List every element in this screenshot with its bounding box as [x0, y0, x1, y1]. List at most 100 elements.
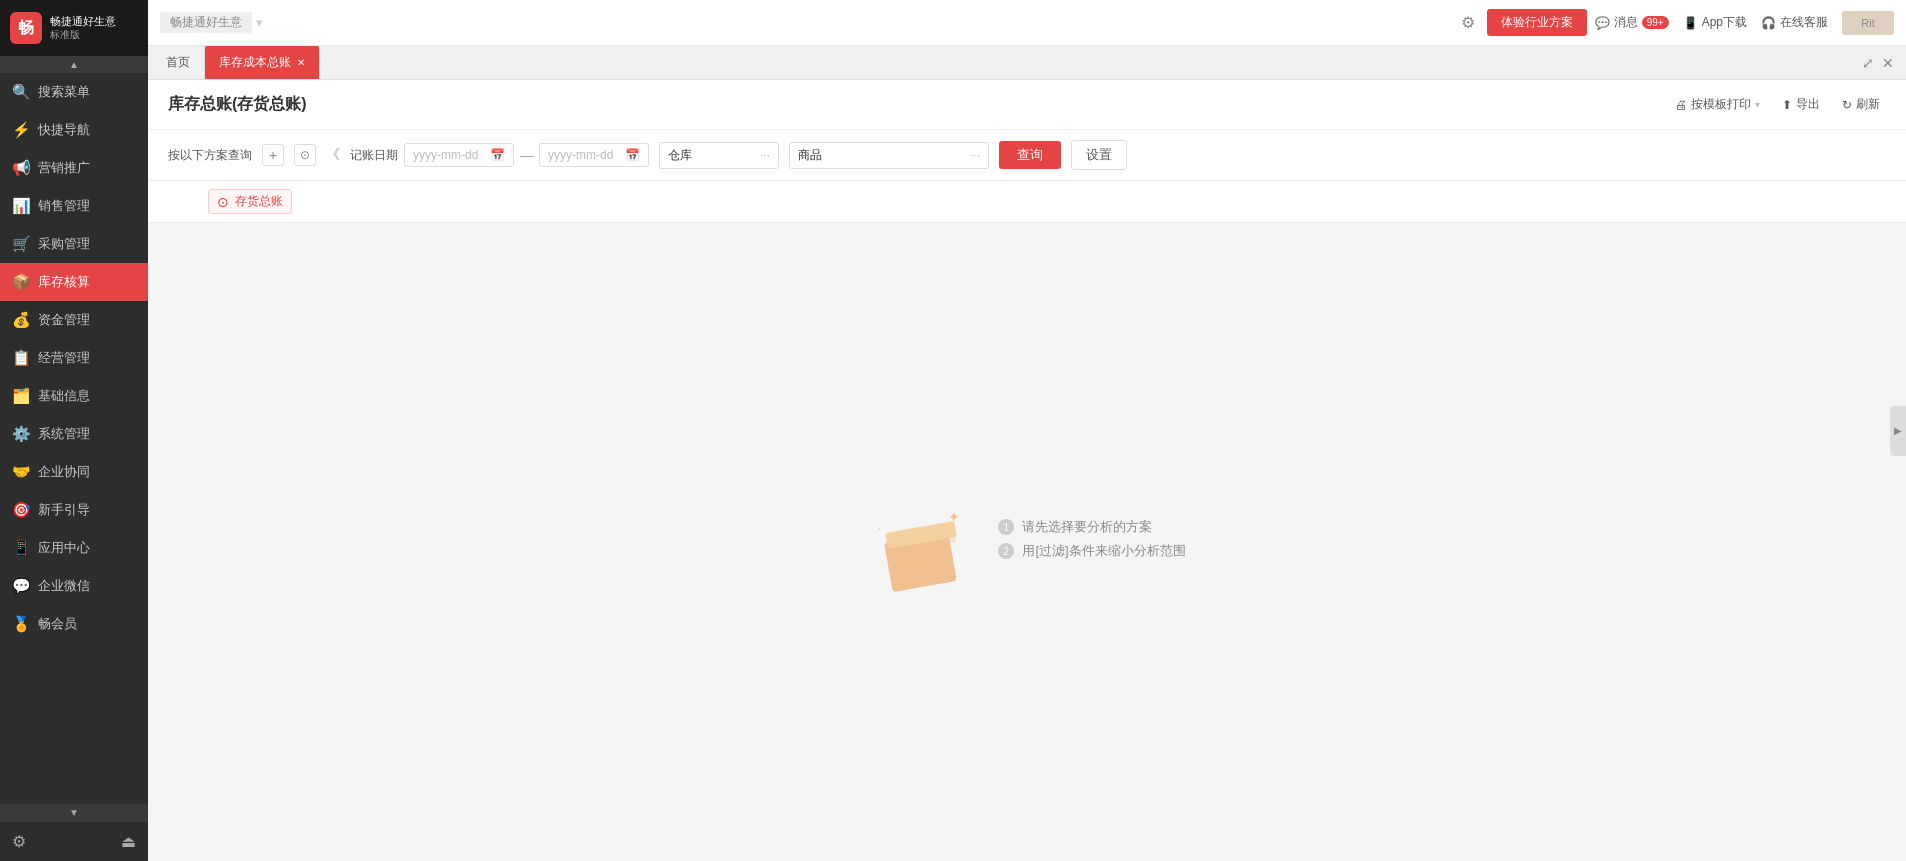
chip-label: 存货总账: [235, 193, 283, 210]
sidebar-item-purchase[interactable]: 🛒 采购管理: [0, 225, 148, 263]
sidebar-footer: ⚙ ⏏: [0, 821, 148, 861]
breadcrumb-arrow: ▾: [256, 15, 263, 30]
tab-close-icon[interactable]: ✕: [297, 57, 305, 68]
tabbar: 首页 库存成本总账 ✕ ⤢ ✕: [148, 46, 1906, 80]
search-icon: 🔍: [12, 83, 30, 101]
online-service-btn[interactable]: 🎧 在线客服: [1761, 14, 1828, 31]
sidebar-item-inventory[interactable]: 📦 库存核算: [0, 263, 148, 301]
filter-scheme-label: 按以下方案查询: [168, 147, 252, 164]
warehouse-label: 仓库: [668, 147, 692, 164]
sidebar-item-guide[interactable]: 🎯 新手引导: [0, 491, 148, 529]
sidebar-item-label: 经营管理: [38, 349, 90, 367]
sidebar-scroll-down[interactable]: ▼: [0, 804, 148, 821]
tab-close-all-icon[interactable]: ✕: [1882, 55, 1894, 71]
query-btn[interactable]: 查询: [999, 141, 1061, 169]
sidebar-item-marketing[interactable]: 📢 营销推广: [0, 149, 148, 187]
marketing-icon: 📢: [12, 159, 30, 177]
tab-inventory-label: 库存成本总账: [219, 54, 291, 71]
main-area: 畅捷通好生意 ▾ ⚙ 体验行业方案 💬 消息 99+ 📱 App下载 🎧 在线客…: [148, 0, 1906, 861]
tab-inventory-ledger[interactable]: 库存成本总账 ✕: [205, 46, 320, 79]
sub-filter-row: ⊙ 存货总账: [148, 181, 1906, 223]
sidebar: 畅 畅捷通好生意 标准版 ▲ 🔍 搜索菜单 ⚡ 快捷导航 📢 营销推广 📊 销售…: [0, 0, 148, 861]
svg-text:·: ·: [878, 523, 881, 534]
sidebar-item-label: 新手引导: [38, 501, 90, 519]
sidebar-item-search[interactable]: 🔍 搜索菜单: [0, 73, 148, 111]
sidebar-item-operation[interactable]: 📋 经营管理: [0, 339, 148, 377]
message-btn[interactable]: 💬 消息 99+: [1595, 14, 1669, 31]
sidebar-item-wechat[interactable]: 💬 企业微信: [0, 567, 148, 605]
sidebar-item-finance[interactable]: 💰 资金管理: [0, 301, 148, 339]
sub-filter-chip[interactable]: ⊙ 存货总账: [208, 189, 292, 214]
sidebar-item-label: 采购管理: [38, 235, 90, 253]
industry-btn[interactable]: 体验行业方案: [1487, 9, 1587, 36]
sidebar-item-apps[interactable]: 📱 应用中心: [0, 529, 148, 567]
goods-more-icon: ···: [970, 148, 980, 162]
refresh-icon: ↻: [1842, 98, 1852, 112]
sidebar-item-label: 资金管理: [38, 311, 90, 329]
calendar-end-icon[interactable]: 📅: [625, 148, 640, 162]
empty-svg: ✦ ·: [868, 492, 978, 602]
filter-bar: 按以下方案查询 + ⊙ 《 记账日期 yyyy-mm-dd 📅 — yyyy-m…: [148, 130, 1906, 181]
message-label: 消息: [1614, 14, 1638, 31]
sidebar-item-label: 基础信息: [38, 387, 90, 405]
avatar[interactable]: Rit: [1842, 11, 1894, 35]
tab-expand-icon[interactable]: ⤢: [1862, 55, 1874, 71]
content-area: ✦ · 1 请先选择要分析的方案 2 用[过滤]条件来缩小分析范围: [148, 223, 1906, 861]
user-name: Rit: [1861, 17, 1874, 29]
sidebar-item-sales[interactable]: 📊 销售管理: [0, 187, 148, 225]
member-icon: 🏅: [12, 615, 30, 633]
sidebar-item-label: 营销推广: [38, 159, 90, 177]
message-icon: 💬: [1595, 16, 1610, 30]
operation-icon: 📋: [12, 349, 30, 367]
date-start-input[interactable]: yyyy-mm-dd 📅: [404, 143, 514, 167]
lightning-icon: ⚡: [12, 121, 30, 139]
sidebar-item-label: 系统管理: [38, 425, 90, 443]
app-download-btn[interactable]: 📱 App下载: [1683, 14, 1747, 31]
logo-icon: 畅: [10, 12, 42, 44]
sidebar-item-label: 企业微信: [38, 577, 90, 595]
apps-icon: 📱: [12, 539, 30, 557]
sales-icon: 📊: [12, 197, 30, 215]
footer-audio-icon[interactable]: ⏏: [121, 832, 136, 851]
sidebar-item-label: 库存核算: [38, 273, 90, 291]
sidebar-item-quick-nav[interactable]: ⚡ 快捷导航: [0, 111, 148, 149]
sidebar-item-enterprise[interactable]: 🤝 企业协同: [0, 453, 148, 491]
online-service-label: 在线客服: [1780, 14, 1828, 31]
page-header: 库存总账(存货总账) 🖨 按模板打印 ▾ ⬆ 导出 ↻ 刷新: [148, 80, 1906, 130]
sidebar-item-member[interactable]: 🏅 畅会员: [0, 605, 148, 643]
print-btn[interactable]: 🖨 按模板打印 ▾: [1669, 92, 1766, 117]
app-download-label: App下载: [1702, 14, 1747, 31]
message-badge: 99+: [1642, 16, 1669, 29]
sidebar-scroll-up[interactable]: ▲: [0, 56, 148, 73]
empty-hint-1: 1 请先选择要分析的方案: [998, 518, 1185, 536]
right-panel-toggle[interactable]: ▶: [1890, 406, 1906, 456]
sidebar-item-label: 搜索菜单: [38, 83, 90, 101]
calendar-start-icon[interactable]: 📅: [490, 148, 505, 162]
breadcrumb-text: 畅捷通好生意: [160, 12, 252, 33]
sidebar-nav: 🔍 搜索菜单 ⚡ 快捷导航 📢 营销推广 📊 销售管理 🛒 采购管理 📦 库存核…: [0, 73, 148, 804]
print-arrow-icon: ▾: [1755, 99, 1760, 110]
warehouse-selector[interactable]: 仓库 ···: [659, 142, 779, 169]
filter-add-btn[interactable]: +: [262, 144, 284, 166]
export-btn[interactable]: ⬆ 导出: [1776, 92, 1826, 117]
filter-schema-btn[interactable]: ⊙: [294, 144, 316, 166]
hint-text-1: 请先选择要分析的方案: [1022, 518, 1152, 536]
footer-settings-icon[interactable]: ⚙: [12, 832, 26, 851]
sidebar-item-system[interactable]: ⚙️ 系统管理: [0, 415, 148, 453]
settings-filter-btn[interactable]: 设置: [1071, 140, 1127, 170]
filter-collapse-btn[interactable]: 《: [326, 146, 340, 164]
basic-icon: 🗂️: [12, 387, 30, 405]
empty-illustration: ✦ ·: [868, 492, 968, 592]
sidebar-item-label: 畅会员: [38, 615, 77, 633]
empty-hints: 1 请先选择要分析的方案 2 用[过滤]条件来缩小分析范围: [998, 518, 1185, 566]
date-filter-label: 记账日期: [350, 147, 398, 164]
date-end-input[interactable]: yyyy-mm-dd 📅: [539, 143, 649, 167]
inventory-icon: 📦: [12, 273, 30, 291]
date-separator: —: [520, 148, 533, 163]
goods-selector[interactable]: 商品 ···: [789, 142, 989, 169]
refresh-btn[interactable]: ↻ 刷新: [1836, 92, 1886, 117]
tab-home[interactable]: 首页: [152, 46, 205, 79]
topbar-settings-icon[interactable]: ⚙: [1457, 9, 1479, 36]
sidebar-item-basic[interactable]: 🗂️ 基础信息: [0, 377, 148, 415]
sidebar-item-label: 销售管理: [38, 197, 90, 215]
